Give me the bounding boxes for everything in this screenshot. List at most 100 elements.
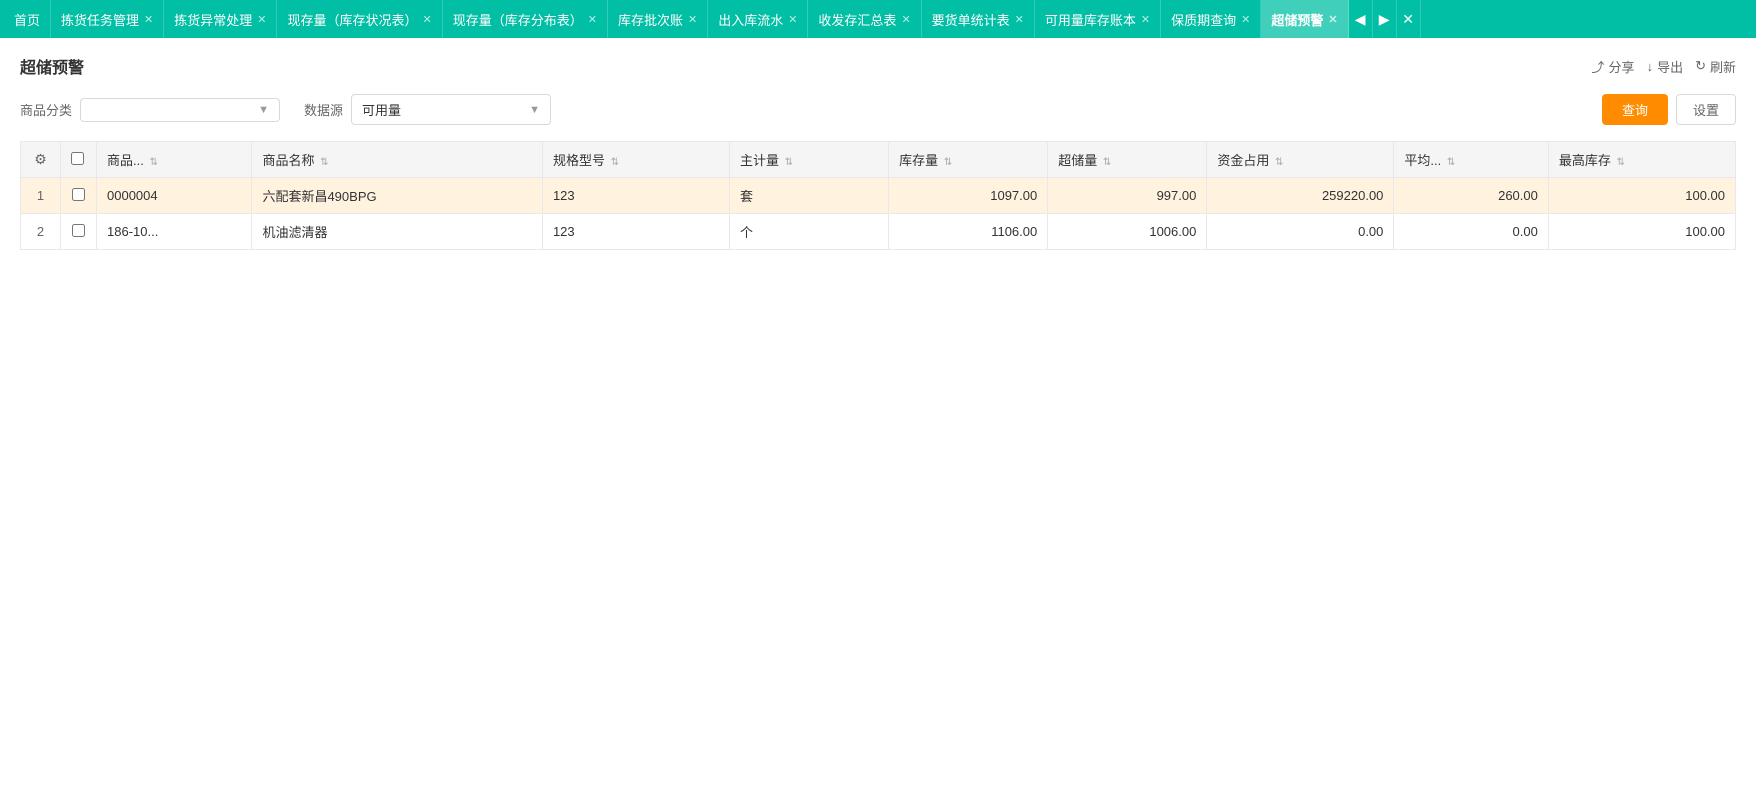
datasource-select[interactable]: 可用量 ▼ (351, 94, 551, 125)
nav-label-available-stock: 可用量库存账本 (1045, 10, 1136, 29)
filter-row: 商品分类 ▼ 数据源 可用量 ▼ 查询 设置 (20, 94, 1736, 125)
nav-item-order-stat[interactable]: 要货单统计表 ✕ (922, 0, 1035, 38)
col-code[interactable]: 商品... ⇅ (97, 142, 252, 178)
nav-label-order-stat: 要货单统计表 (932, 10, 1010, 29)
gear-icon[interactable]: ⚙ (34, 151, 47, 167)
nav-label-expiry: 保质期查询 (1171, 10, 1236, 29)
col-unit[interactable]: 主计量 ⇅ (730, 142, 889, 178)
col-spec-sort-icon: ⇅ (611, 157, 619, 168)
nav-item-home[interactable]: 首页 (4, 0, 51, 38)
row-checkbox-0 (61, 178, 97, 214)
nav-label-pick-exception: 拣货异常处理 (174, 10, 252, 29)
datasource-chevron-icon: ▼ (529, 104, 540, 116)
nav-item-expiry[interactable]: 保质期查询 ✕ (1161, 0, 1261, 38)
row-avg-1: 0.00 (1394, 214, 1548, 250)
table-body: 1 0000004 六配套新昌490BPG 123 套 1097.00 997.… (21, 178, 1736, 250)
nav-item-stock-batch[interactable]: 库存批次账 ✕ (608, 0, 708, 38)
row-code-1: 186-10... (97, 214, 252, 250)
nav-item-available-stock[interactable]: 可用量库存账本 ✕ (1035, 0, 1161, 38)
share-icon: ⤴ (1592, 57, 1605, 76)
filter-buttons: 查询 设置 (1602, 94, 1736, 125)
row-num-1: 2 (21, 214, 61, 250)
page-title: 超储预警 (20, 54, 84, 78)
export-icon: ↓ (1647, 59, 1654, 74)
close-inout-flow-icon[interactable]: ✕ (788, 13, 797, 26)
close-pick-exception-icon[interactable]: ✕ (257, 13, 266, 26)
row-code-0: 0000004 (97, 178, 252, 214)
col-unit-sort-icon: ⇅ (785, 157, 793, 168)
row-maxstock-1: 100.00 (1548, 214, 1735, 250)
col-stock[interactable]: 库存量 ⇅ (889, 142, 1048, 178)
col-capital-sort-icon: ⇅ (1275, 157, 1283, 168)
row-select-checkbox-0[interactable] (72, 188, 85, 201)
query-button[interactable]: 查询 (1602, 94, 1668, 125)
row-capital-1: 0.00 (1207, 214, 1394, 250)
export-label: 导出 (1657, 57, 1683, 76)
nav-next-arrow[interactable]: ▶ (1373, 0, 1397, 38)
category-label: 商品分类 (20, 100, 72, 119)
row-stock-0: 1097.00 (889, 178, 1048, 214)
close-summary-icon[interactable]: ✕ (901, 13, 910, 26)
nav-label-stock-batch: 库存批次账 (618, 10, 683, 29)
nav-item-pick-exception[interactable]: 拣货异常处理 ✕ (164, 0, 277, 38)
close-stock-batch-icon[interactable]: ✕ (688, 13, 697, 26)
col-spec[interactable]: 规格型号 ⇅ (542, 142, 729, 178)
row-unit-1: 个 (730, 214, 889, 250)
table-row: 1 0000004 六配套新昌490BPG 123 套 1097.00 997.… (21, 178, 1736, 214)
col-spec-label: 规格型号 (553, 153, 605, 168)
close-pick-task-icon[interactable]: ✕ (144, 13, 153, 26)
row-capital-0: 259220.00 (1207, 178, 1394, 214)
col-maxstock-label: 最高库存 (1559, 153, 1611, 168)
row-checkbox-1 (61, 214, 97, 250)
nav-item-stock-dist[interactable]: 现存量（库存分布表） ✕ (443, 0, 608, 38)
col-overstock[interactable]: 超储量 ⇅ (1048, 142, 1207, 178)
export-button[interactable]: ↓ 导出 (1647, 57, 1684, 76)
share-button[interactable]: ⤴ 分享 (1592, 57, 1635, 76)
nav-item-pick-task[interactable]: 拣货任务管理 ✕ (51, 0, 164, 38)
col-name[interactable]: 商品名称 ⇅ (252, 142, 543, 178)
col-name-label: 商品名称 (262, 153, 314, 168)
datasource-filter: 数据源 可用量 ▼ (304, 94, 551, 125)
category-select[interactable]: ▼ (80, 98, 280, 122)
close-overstock-icon[interactable]: ✕ (1328, 13, 1337, 26)
col-maxstock-sort-icon: ⇅ (1617, 157, 1625, 168)
table-header-row: ⚙ 商品... ⇅ 商品名称 ⇅ 规格型号 ⇅ 主计量 (21, 142, 1736, 178)
page-header: 超储预警 ⤴ 分享 ↓ 导出 ↻ 刷新 (20, 54, 1736, 78)
nav-item-stock-status[interactable]: 现存量（库存状况表） ✕ (277, 0, 442, 38)
page-content: 超储预警 ⤴ 分享 ↓ 导出 ↻ 刷新 商品分类 ▼ 数据源 (0, 38, 1756, 800)
close-stock-dist-icon[interactable]: ✕ (588, 13, 597, 26)
close-order-stat-icon[interactable]: ✕ (1015, 13, 1024, 26)
row-select-checkbox-1[interactable] (72, 224, 85, 237)
datasource-label: 数据源 (304, 100, 343, 119)
close-available-stock-icon[interactable]: ✕ (1141, 13, 1150, 26)
col-overstock-label: 超储量 (1058, 153, 1097, 168)
close-stock-status-icon[interactable]: ✕ (423, 13, 432, 26)
page-actions: ⤴ 分享 ↓ 导出 ↻ 刷新 (1592, 57, 1736, 76)
share-label: 分享 (1609, 57, 1635, 76)
nav-label-stock-dist: 现存量（库存分布表） (453, 10, 583, 29)
select-all-checkbox[interactable] (71, 152, 84, 165)
nav-prev-arrow[interactable]: ◀ (1349, 0, 1373, 38)
close-expiry-icon[interactable]: ✕ (1241, 13, 1250, 26)
datasource-select-value: 可用量 (362, 100, 401, 119)
col-avg[interactable]: 平均... ⇅ (1394, 142, 1548, 178)
row-stock-1: 1106.00 (889, 214, 1048, 250)
nav-item-inout-flow[interactable]: 出入库流水 ✕ (708, 0, 808, 38)
col-maxstock[interactable]: 最高库存 ⇅ (1548, 142, 1735, 178)
top-nav: 首页 拣货任务管理 ✕ 拣货异常处理 ✕ 现存量（库存状况表） ✕ 现存量（库存… (0, 0, 1756, 38)
nav-label-summary: 收发存汇总表 (818, 10, 896, 29)
settings-button[interactable]: 设置 (1676, 94, 1736, 125)
col-avg-sort-icon: ⇅ (1447, 157, 1455, 168)
nav-close-arrow[interactable]: ✕ (1397, 0, 1421, 38)
table-row: 2 186-10... 机油滤清器 123 个 1106.00 1006.00 … (21, 214, 1736, 250)
col-capital[interactable]: 资金占用 ⇅ (1207, 142, 1394, 178)
row-overstock-0: 997.00 (1048, 178, 1207, 214)
col-stock-label: 库存量 (899, 153, 938, 168)
nav-label-stock-status: 现存量（库存状况表） (287, 10, 417, 29)
nav-item-summary[interactable]: 收发存汇总表 ✕ (808, 0, 921, 38)
row-avg-0: 260.00 (1394, 178, 1548, 214)
row-num-0: 1 (21, 178, 61, 214)
data-table: ⚙ 商品... ⇅ 商品名称 ⇅ 规格型号 ⇅ 主计量 (20, 141, 1736, 250)
refresh-button[interactable]: ↻ 刷新 (1695, 57, 1736, 76)
nav-item-overstock[interactable]: 超储预警 ✕ (1261, 0, 1348, 38)
